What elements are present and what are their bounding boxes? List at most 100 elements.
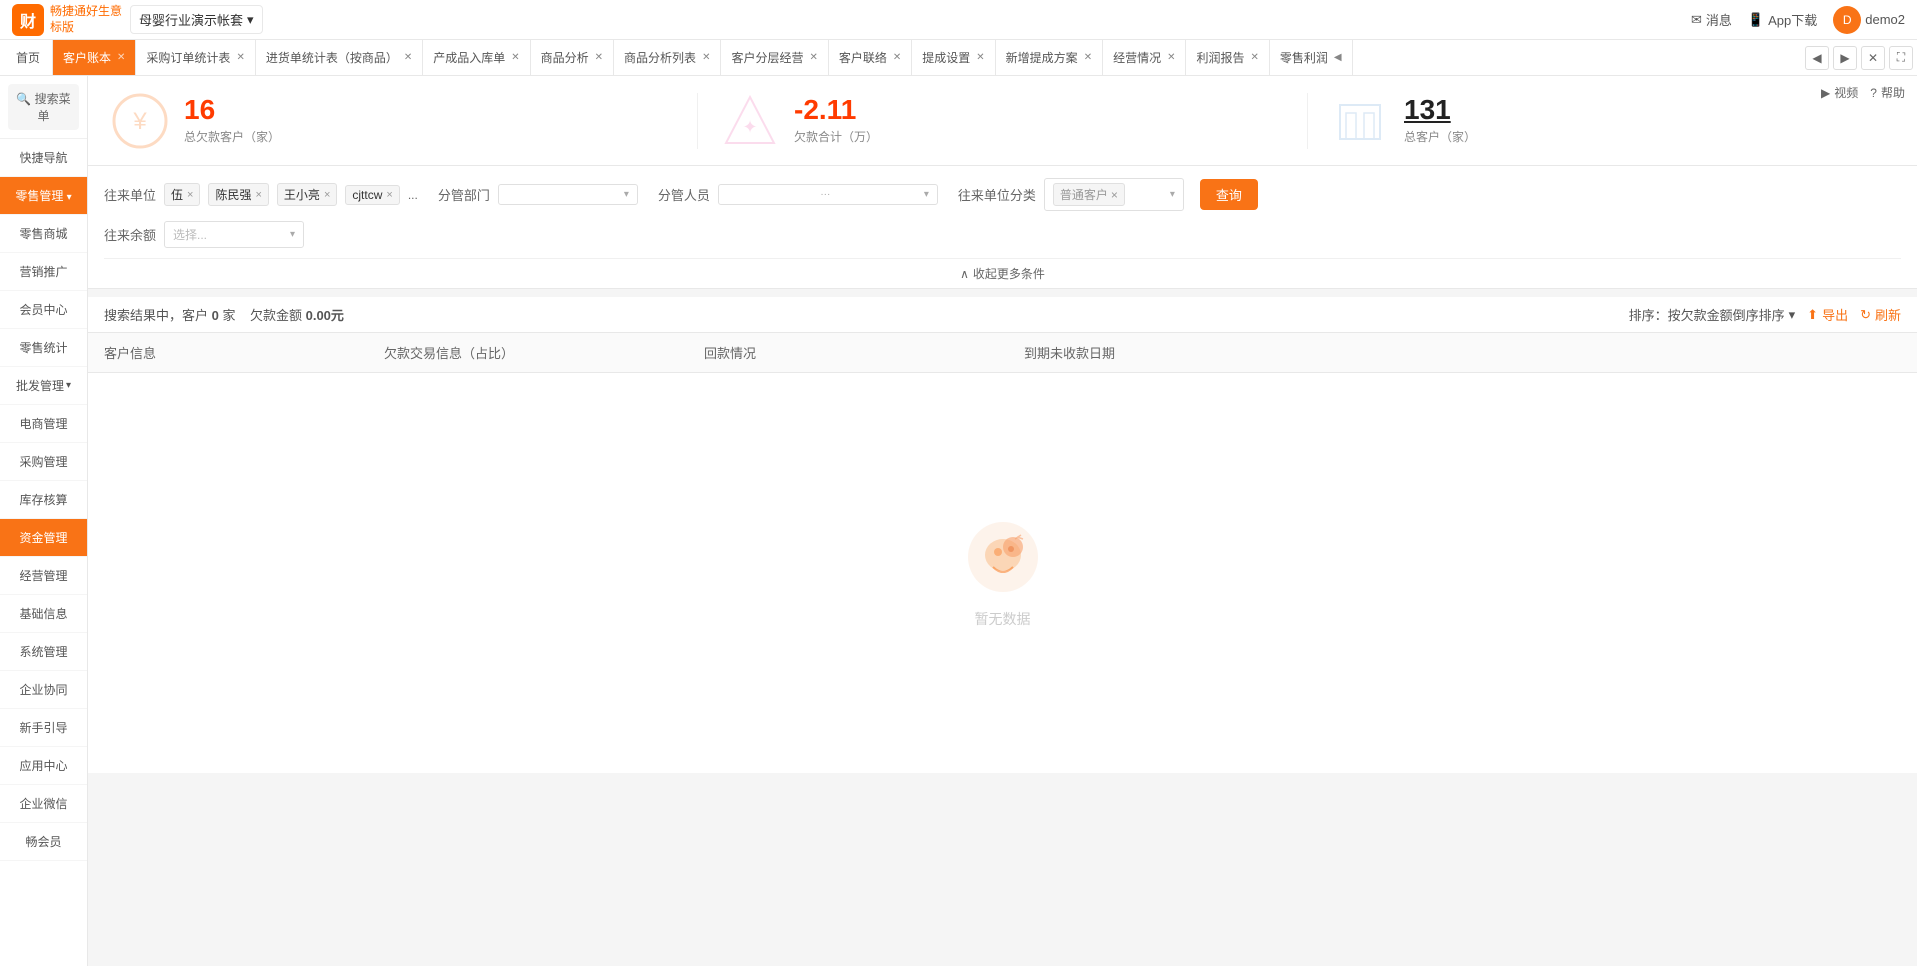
balance-filter-label: 往来余额 [104,225,156,244]
close-icon[interactable]: ✕ [1084,52,1092,63]
close-icon[interactable]: ✕ [976,52,984,63]
balance-selector[interactable]: 选择... ▾ [164,221,304,248]
close-icon[interactable]: ✕ [1251,52,1259,63]
sidebar-item-retail-mall[interactable]: 零售商城 [0,215,87,253]
query-button[interactable]: 查询 [1200,179,1258,210]
close-tag-wang[interactable]: × [324,189,330,201]
close-icon[interactable]: ✕ [702,52,710,63]
company-selector[interactable]: 母婴行业演示帐套 ▾ [130,5,263,34]
person-selector[interactable]: ··· ▾ [718,184,938,205]
chevron-down-icon: ▾ [67,192,72,203]
empty-text: 暂无数据 [975,609,1031,629]
app-download-button[interactable]: 📱 App下载 [1748,10,1817,29]
sidebar-item-beginner-guide[interactable]: 新手引导 [0,709,87,747]
export-button[interactable]: ⬆ 导出 [1807,305,1848,324]
close-unit-type[interactable]: × [1111,188,1118,202]
sidebar-item-basic-info[interactable]: 基础信息 [0,595,87,633]
empty-illustration [963,517,1043,597]
help-button[interactable]: ? 帮助 [1870,84,1905,101]
sidebar-item-finance-mgmt[interactable]: 资金管理 [0,519,87,557]
filter-tag-unit: 伍 × [164,183,200,206]
sidebar-item-retail-mgmt[interactable]: 零售管理 ▾ [0,177,87,215]
sidebar-item-ecommerce-mgmt[interactable]: 电商管理 [0,405,87,443]
tab-operations[interactable]: 经营情况 ✕ [1103,40,1186,76]
close-icon[interactable]: ✕ [893,52,901,63]
sidebar-item-quick-nav[interactable]: 快捷导航 [0,139,87,177]
search-menu-button[interactable]: 🔍 搜索菜单 [8,84,79,130]
col-customer-info: 客户信息 [104,343,384,362]
col-debt-info: 欠款交易信息（占比） [384,343,704,362]
close-tag-cjttcw[interactable]: × [386,189,392,201]
close-tag-wu[interactable]: × [187,189,193,201]
message-button[interactable]: ✉ 消息 [1691,10,1732,29]
close-icon[interactable]: ✕ [236,52,244,63]
dept-selector[interactable]: ▾ [498,184,638,205]
tab-commission-setting[interactable]: 提成设置 ✕ [912,40,995,76]
debtors-value: 16 [184,96,280,124]
nav-maximize-button[interactable]: ⛶ [1889,46,1913,70]
close-icon[interactable]: ✕ [1167,52,1175,63]
close-icon[interactable]: ✕ [117,52,125,63]
chevron-down-icon: ▾ [1789,307,1796,323]
nav-close-all-button[interactable]: ✕ [1861,46,1885,70]
sidebar-item-app-center[interactable]: 应用中心 [0,747,87,785]
topbar: 财 畅捷通好生意 标版 母婴行业演示帐套 ▾ ✉ 消息 📱 App下载 D de… [0,0,1917,40]
table-header: 客户信息 欠款交易信息（占比） 回款情况 到期未收款日期 [88,333,1917,373]
chevron-down-icon: ▾ [1170,189,1175,200]
mobile-icon: 📱 [1748,12,1764,28]
avatar: D [1833,6,1861,34]
close-icon[interactable]: ✕ [404,52,412,63]
tab-purchase-stats-by-product[interactable]: 进货单统计表（按商品） ✕ [256,40,423,76]
close-tag-chen[interactable]: × [255,189,261,201]
more-tags-button[interactable]: ... [408,188,418,202]
sidebar-search-area: 🔍 搜索菜单 [0,76,87,139]
nav-prev-button[interactable]: ◀ [1805,46,1829,70]
nav-next-button[interactable]: ▶ [1833,46,1857,70]
sidebar-item-enterprise-wechat[interactable]: 企业微信 [0,785,87,823]
close-icon[interactable]: ✕ [511,52,519,63]
sidebar-item-marketing[interactable]: 营销推广 [0,253,87,291]
customers-value: 131 [1404,96,1476,124]
sidebar-item-enterprise-collab[interactable]: 企业协同 [0,671,87,709]
sort-selector[interactable]: 排序：按欠款金额倒序排序 ▾ [1629,305,1796,324]
sidebar-item-operations-mgmt[interactable]: 经营管理 [0,557,87,595]
tab-customer-tier[interactable]: 客户分层经营 ✕ [721,40,828,76]
tab-product-analysis-list[interactable]: 商品分析列表 ✕ [614,40,721,76]
tab-product-inbound[interactable]: 产成品入库单 ✕ [423,40,530,76]
unit-type-selector[interactable]: 普通客户 × ▾ [1044,178,1184,211]
person-filter-label: 分管人员 [658,185,710,204]
sidebar-item-purchase-mgmt[interactable]: 采购管理 [0,443,87,481]
tab-profit-report[interactable]: 利润报告 ✕ [1186,40,1269,76]
tab-customer-ledger[interactable]: 客户账本 ✕ [53,40,136,76]
tab-purchase-order-stats[interactable]: 采购订单统计表 ✕ [136,40,255,76]
results-actions: 排序：按欠款金额倒序排序 ▾ ⬆ 导出 ↻ 刷新 [1629,305,1901,324]
collapse-filters-button[interactable]: ∧ 收起更多条件 [104,258,1901,288]
tab-home[interactable]: 首页 [4,40,53,76]
col-due-date: 到期未收款日期 [1024,343,1901,362]
table-body: 暂无数据 [88,373,1917,773]
svg-text:¥: ¥ [132,108,147,135]
chevron-down-icon: ▾ [66,380,71,391]
sidebar-item-system-mgmt[interactable]: 系统管理 [0,633,87,671]
sidebar-item-retail-stats[interactable]: 零售统计 [0,329,87,367]
logo-text: 畅捷通好生意 标版 [50,4,122,35]
close-icon[interactable]: ◀ [1334,52,1342,63]
sidebar-item-member-center[interactable]: 会员中心 [0,291,87,329]
tab-product-analysis[interactable]: 商品分析 ✕ [531,40,614,76]
tab-retail-profit[interactable]: 零售利润 ◀ [1270,40,1353,76]
sidebar-item-inventory[interactable]: 库存核算 [0,481,87,519]
refresh-icon: ↻ [1860,307,1871,323]
sidebar-item-chang-member[interactable]: 畅会员 [0,823,87,861]
stat-info-debt: -2.11 欠款合计（万） [794,96,878,145]
stat-info-customers: 131 总客户（家） [1404,96,1476,145]
video-help-button[interactable]: ▶ 视频 [1821,84,1858,101]
close-icon[interactable]: ✕ [595,52,603,63]
refresh-button[interactable]: ↻ 刷新 [1860,305,1901,324]
tab-customer-contact[interactable]: 客户联络 ✕ [829,40,912,76]
tab-new-commission[interactable]: 新增提成方案 ✕ [996,40,1103,76]
close-icon[interactable]: ✕ [809,52,817,63]
topbar-right: ✉ 消息 📱 App下载 D demo2 [1691,6,1905,34]
sidebar-item-wholesale-mgmt[interactable]: 批发管理 ▾ [0,367,87,405]
stats-helper: ▶ 视频 ? 帮助 [1821,84,1905,101]
user-avatar[interactable]: D demo2 [1833,6,1905,34]
